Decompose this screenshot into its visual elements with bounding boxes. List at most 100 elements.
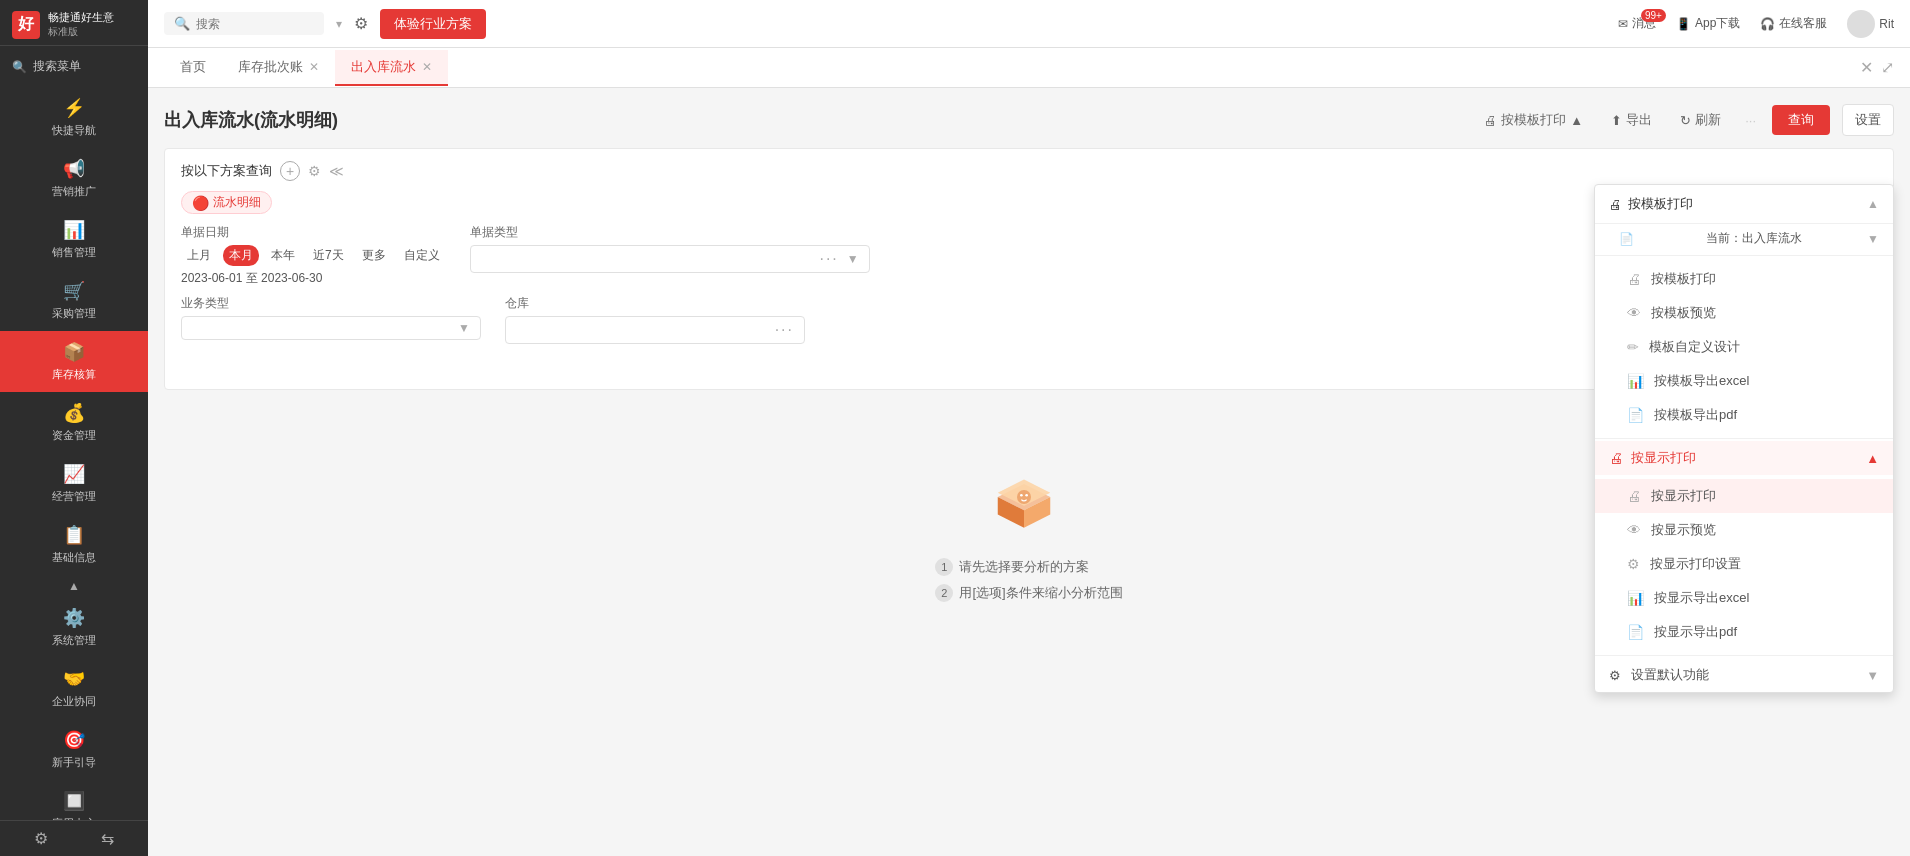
online-service-button[interactable]: 🎧 在线客服 — [1760, 15, 1827, 32]
current-template-arrow: ▼ — [1867, 232, 1879, 246]
search-input[interactable] — [196, 17, 296, 31]
empty-tip-1: 1 请先选择要分析的方案 — [935, 558, 1122, 576]
beginner-icon: 🎯 — [63, 729, 85, 751]
app-download-button[interactable]: 📱 App下载 — [1676, 15, 1740, 32]
template-print-button[interactable]: 🖨 按模板打印 ▲ — [1476, 107, 1591, 133]
date-opt-last-month[interactable]: 上月 — [181, 245, 217, 266]
tab-batch-account-close[interactable]: ✕ — [309, 60, 319, 74]
inventory-icon: 📦 — [63, 341, 85, 363]
filter-add-button[interactable]: + — [280, 161, 300, 181]
export-button[interactable]: ⬆ 导出 — [1603, 107, 1660, 133]
sidebar-item-app-center[interactable]: 🔲 应用中心 — [0, 780, 148, 820]
date-opt-more[interactable]: 更多 — [356, 245, 392, 266]
print-dropdown-arrow: ▲ — [1570, 113, 1583, 128]
sidebar-logo-text: 畅捷通好生意 标准版 — [48, 10, 114, 39]
page-actions: 🖨 按模板打印 ▲ ⬆ 导出 ↻ 刷新 ··· 查询 设置 — [1476, 104, 1894, 136]
sidebar-item-finance[interactable]: 💰 资金管理 — [0, 392, 148, 453]
template-preview-icon: 👁 — [1627, 305, 1641, 321]
window-close-button[interactable]: ✕ — [1860, 58, 1873, 77]
sidebar-item-enterprise[interactable]: 🤝 企业协同 — [0, 658, 148, 719]
dropdown-display-preview[interactable]: 👁 按显示预览 — [1595, 513, 1893, 547]
date-opt-7days[interactable]: 近7天 — [307, 245, 350, 266]
dropdown-print-icon: 🖨 — [1609, 197, 1622, 212]
sidebar-item-beginner[interactable]: 🎯 新手引导 — [0, 719, 148, 780]
sales-icon: 📊 — [63, 219, 85, 241]
template-print-icon: 🖨 — [1627, 271, 1641, 287]
dropdown-divider-3 — [1595, 655, 1893, 656]
sidebar-item-quick-nav[interactable]: ⚡ 快捷导航 — [0, 87, 148, 148]
bill-type-arrow[interactable]: ▼ — [847, 252, 859, 266]
date-opt-this-year[interactable]: 本年 — [265, 245, 301, 266]
display-preview-icon: 👁 — [1627, 522, 1641, 538]
dropdown-current-template[interactable]: 📄 当前：出入库流水 ▼ — [1595, 224, 1893, 253]
bill-type-more-icon[interactable]: ··· — [819, 250, 838, 268]
search-menu-button[interactable]: 🔍 搜索菜单 — [12, 54, 136, 79]
sidebar-item-purchase[interactable]: 🛒 采购管理 — [0, 270, 148, 331]
sidebar-item-sales[interactable]: 📊 销售管理 — [0, 209, 148, 270]
date-options: 上月 本月 本年 近7天 更多 自定义 — [181, 245, 446, 266]
sidebar-item-operations[interactable]: 📈 经营管理 — [0, 453, 148, 514]
filter-collapse-icon[interactable]: ≪ — [329, 163, 344, 179]
print-icon: 🖨 — [1484, 113, 1497, 128]
topbar-dropdown-arrow[interactable]: ▾ — [336, 17, 342, 31]
action-separator: ··· — [1745, 113, 1756, 128]
tab-home[interactable]: 首页 — [164, 50, 222, 86]
sidebar-item-marketing[interactable]: 📢 营销推广 — [0, 148, 148, 209]
sidebar-item-system[interactable]: ⚙️ 系统管理 — [0, 597, 148, 658]
pdf-icon: 📄 — [1627, 407, 1644, 423]
download-icon: 📱 — [1676, 17, 1691, 31]
dropdown-template-export-excel[interactable]: 📊 按模板导出excel — [1595, 364, 1893, 398]
topbar-search-icon: 🔍 — [174, 16, 190, 31]
warehouse-more-icon[interactable]: ··· — [775, 321, 794, 339]
empty-tip-2: 2 用[选项]条件来缩小分析范围 — [935, 584, 1122, 602]
sidebar-item-inventory[interactable]: 📦 库存核算 — [0, 331, 148, 392]
sidebar-logo: 好 畅捷通好生意 标准版 — [0, 0, 148, 46]
filter-group-date: 单据日期 上月 本月 本年 近7天 更多 自定义 2023-06-01 至 20… — [181, 224, 446, 287]
settings-bottom-icon[interactable]: ⚙ — [34, 829, 48, 848]
sidebar-search-section: 🔍 搜索菜单 — [0, 46, 148, 87]
tab-inout-flow-close[interactable]: ✕ — [422, 60, 432, 74]
date-label: 单据日期 — [181, 224, 446, 241]
user-avatar-button[interactable]: Rit — [1847, 10, 1894, 38]
toggle-sidebar-icon[interactable]: ⇆ — [101, 829, 114, 848]
date-opt-custom[interactable]: 自定义 — [398, 245, 446, 266]
message-button[interactable]: ✉ 消息 99+ — [1618, 15, 1656, 32]
refresh-icon: ↻ — [1680, 113, 1691, 128]
filter-settings-icon[interactable]: ⚙ — [308, 163, 321, 179]
business-type-select[interactable]: ▼ — [181, 316, 481, 340]
window-expand-button[interactable]: ⤢ — [1881, 58, 1894, 77]
dropdown-template-print[interactable]: 🖨 按模板打印 — [1595, 262, 1893, 296]
refresh-button[interactable]: ↻ 刷新 — [1672, 107, 1729, 133]
dropdown-display-print-settings[interactable]: ⚙ 按显示打印设置 — [1595, 547, 1893, 581]
dropdown-display-print[interactable]: 🖨 按显示打印 — [1595, 479, 1893, 513]
tab-batch-account[interactable]: 库存批次账 ✕ — [222, 50, 335, 86]
display-section-collapse-arrow[interactable]: ▲ — [1866, 451, 1879, 466]
dropdown-display-print-section-header[interactable]: 🖨 按显示打印 ▲ — [1595, 441, 1893, 475]
page-title: 出入库流水(流水明细) — [164, 108, 338, 132]
industry-solution-button[interactable]: 体验行业方案 — [380, 9, 486, 39]
finance-icon: 💰 — [63, 402, 85, 424]
dropdown-display-export-pdf[interactable]: 📄 按显示导出pdf — [1595, 615, 1893, 649]
dropdown-display-export-excel[interactable]: 📊 按显示导出excel — [1595, 581, 1893, 615]
tip-num-2: 2 — [935, 584, 953, 602]
settings-button[interactable]: 设置 — [1842, 104, 1894, 136]
business-type-arrow[interactable]: ▼ — [458, 321, 470, 335]
dropdown-template-export-pdf[interactable]: 📄 按模板导出pdf — [1595, 398, 1893, 432]
search-icon: 🔍 — [12, 60, 27, 74]
sidebar: 好 畅捷通好生意 标准版 🔍 搜索菜单 ⚡ 快捷导航 📢 营销推广 📊 — [0, 0, 148, 856]
business-type-label: 业务类型 — [181, 295, 481, 312]
active-filter-tag[interactable]: 🔴 流水明细 — [181, 191, 272, 214]
date-opt-this-month[interactable]: 本月 — [223, 245, 259, 266]
topbar-gear-icon[interactable]: ⚙ — [354, 14, 368, 33]
topbar-search[interactable]: 🔍 — [164, 12, 324, 35]
bill-type-select[interactable]: ··· ▼ — [470, 245, 870, 273]
dropdown-settings-section[interactable]: ⚙ 设置默认功能 ▼ — [1595, 658, 1893, 692]
dropdown-collapse-arrow[interactable]: ▲ — [1867, 197, 1879, 211]
dropdown-title: 🖨 按模板打印 — [1609, 195, 1693, 213]
query-button[interactable]: 查询 — [1772, 105, 1830, 135]
dropdown-template-custom[interactable]: ✏ 模板自定义设计 — [1595, 330, 1893, 364]
dropdown-template-preview[interactable]: 👁 按模板预览 — [1595, 296, 1893, 330]
sidebar-item-basic-info[interactable]: 📋 基础信息 — [0, 514, 148, 575]
warehouse-select[interactable]: ··· — [505, 316, 805, 344]
tab-inout-flow[interactable]: 出入库流水 ✕ — [335, 50, 448, 86]
